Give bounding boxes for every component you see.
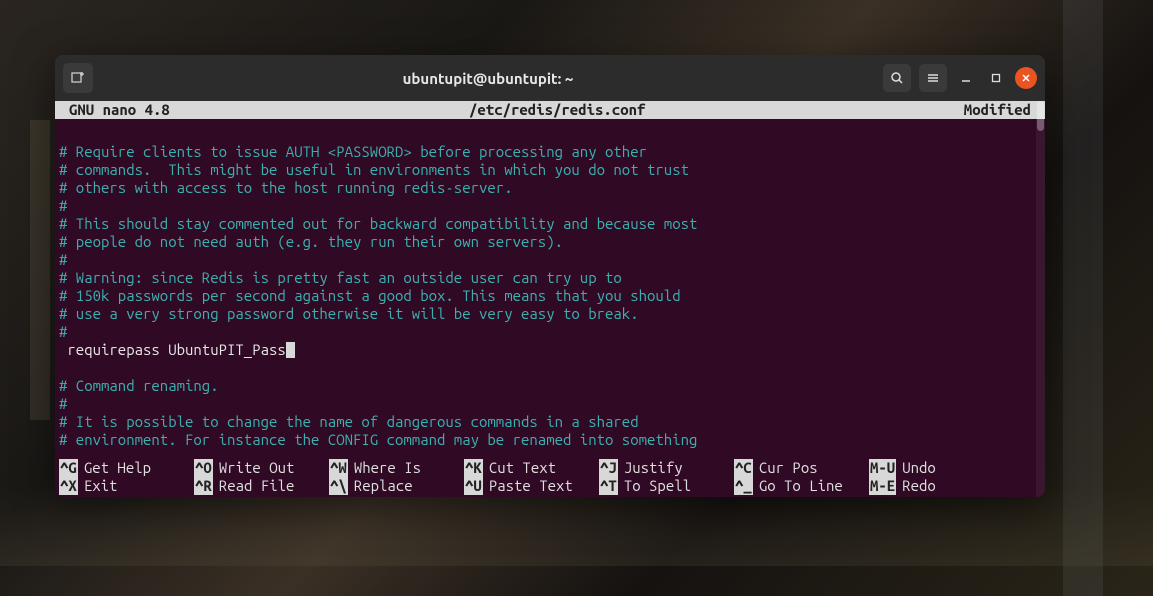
new-tab-button[interactable]: [63, 63, 93, 93]
shortcut-item: ^XExit: [59, 477, 194, 495]
shortcut-item: ^TTo Spell: [599, 477, 734, 495]
shortcut-key: ^T: [599, 477, 618, 495]
shortcut-item: ^GGet Help: [59, 459, 194, 477]
shortcut-key: ^W: [329, 459, 348, 477]
shortcut-label: Where Is: [348, 459, 421, 477]
shortcut-row: ^GGet Help^OWrite Out^WWhere Is^KCut Tex…: [59, 459, 1041, 477]
terminal-window: ubuntupit@ubuntupit: ~: [55, 55, 1045, 497]
shortcut-label: Paste Text: [483, 477, 573, 495]
text-cursor: [286, 342, 295, 358]
scrollbar[interactable]: [1036, 101, 1045, 497]
shortcut-key: ^X: [59, 477, 78, 495]
comment-line: # It is possible to change the name of d…: [59, 413, 1041, 431]
nano-version: GNU nano 4.8: [69, 101, 389, 119]
maximize-icon: [991, 73, 1001, 83]
shortcut-label: Exit: [78, 477, 118, 495]
shortcut-key: ^C: [734, 459, 753, 477]
shortcut-item: ^KCut Text: [464, 459, 599, 477]
comment-line: # use a very strong password otherwise i…: [59, 305, 1041, 323]
comment-line: # people do not need auth (e.g. they run…: [59, 233, 1041, 251]
shortcut-label: Undo: [896, 459, 936, 477]
menu-button[interactable]: [919, 64, 947, 92]
shortcut-key: ^K: [464, 459, 483, 477]
editor-content[interactable]: # Require clients to issue AUTH <PASSWOR…: [55, 119, 1045, 459]
shortcut-label: Write Out: [213, 459, 295, 477]
comment-line: #: [59, 323, 1041, 341]
shortcut-key: ^U: [464, 477, 483, 495]
code-line: [59, 125, 1041, 143]
shortcut-label: To Spell: [618, 477, 691, 495]
shortcut-key: ^\: [329, 477, 348, 495]
shortcut-key: M-E: [869, 477, 896, 495]
shortcut-item: ^WWhere Is: [329, 459, 464, 477]
comment-line: # environment. For instance the CONFIG c…: [59, 431, 1041, 449]
comment-line: #: [59, 251, 1041, 269]
shortcut-item: ^CCur Pos: [734, 459, 869, 477]
scrollbar-thumb[interactable]: [1037, 101, 1044, 131]
shortcut-key: ^G: [59, 459, 78, 477]
terminal-body[interactable]: GNU nano 4.8 /etc/redis/redis.conf Modif…: [55, 101, 1045, 497]
comment-line: # Warning: since Redis is pretty fast an…: [59, 269, 1041, 287]
shortcut-key: ^R: [194, 477, 213, 495]
shortcut-item: ^RRead File: [194, 477, 329, 495]
window-titlebar[interactable]: ubuntupit@ubuntupit: ~: [55, 55, 1045, 101]
comment-line: # others with access to the host running…: [59, 179, 1041, 197]
close-button[interactable]: [1015, 67, 1037, 89]
close-icon: [1021, 73, 1031, 83]
comment-line: # commands. This might be useful in envi…: [59, 161, 1041, 179]
nano-shortcuts: ^GGet Help^OWrite Out^WWhere Is^KCut Tex…: [55, 459, 1045, 497]
minimize-icon: [961, 73, 971, 83]
shortcut-label: Read File: [213, 477, 295, 495]
shortcut-label: Get Help: [78, 459, 151, 477]
shortcut-item: ^\Replace: [329, 477, 464, 495]
shortcut-key: ^_: [734, 477, 753, 495]
comment-line: #: [59, 197, 1041, 215]
shortcut-label: Cut Text: [483, 459, 556, 477]
comment-line: # Command renaming.: [59, 377, 1041, 395]
comment-line: #: [59, 395, 1041, 413]
minimize-button[interactable]: [955, 67, 977, 89]
search-button[interactable]: [883, 64, 911, 92]
hamburger-icon: [926, 71, 940, 85]
shortcut-key: ^J: [599, 459, 618, 477]
shortcut-item: ^OWrite Out: [194, 459, 329, 477]
search-icon: [890, 71, 904, 85]
nano-status: Modified: [964, 101, 1031, 119]
comment-line: # This should stay commented out for bac…: [59, 215, 1041, 233]
new-tab-icon: [70, 70, 86, 86]
shortcut-key: ^O: [194, 459, 213, 477]
shortcut-item: ^_Go To Line: [734, 477, 869, 495]
nano-header: GNU nano 4.8 /etc/redis/redis.conf Modif…: [55, 101, 1045, 119]
shortcut-item: M-ERedo: [869, 477, 1004, 495]
code-line: requirepass UbuntuPIT_Pass: [59, 341, 1041, 359]
shortcut-item: ^JJustify: [599, 459, 734, 477]
maximize-button[interactable]: [985, 67, 1007, 89]
comment-line: # Require clients to issue AUTH <PASSWOR…: [59, 143, 1041, 161]
shortcut-item: ^UPaste Text: [464, 477, 599, 495]
code-line: [59, 359, 1041, 377]
nano-filename: /etc/redis/redis.conf: [389, 101, 964, 119]
shortcut-row: ^XExit^RRead File^\Replace^UPaste Text^T…: [59, 477, 1041, 495]
comment-line: # 150k passwords per second against a go…: [59, 287, 1041, 305]
shortcut-label: Justify: [618, 459, 683, 477]
window-title: ubuntupit@ubuntupit: ~: [93, 70, 883, 87]
shortcut-label: Go To Line: [753, 477, 843, 495]
shortcut-label: Cur Pos: [753, 459, 818, 477]
shortcut-key: M-U: [869, 459, 896, 477]
shortcut-label: Redo: [896, 477, 936, 495]
shortcut-item: M-UUndo: [869, 459, 1004, 477]
shortcut-label: Replace: [348, 477, 413, 495]
